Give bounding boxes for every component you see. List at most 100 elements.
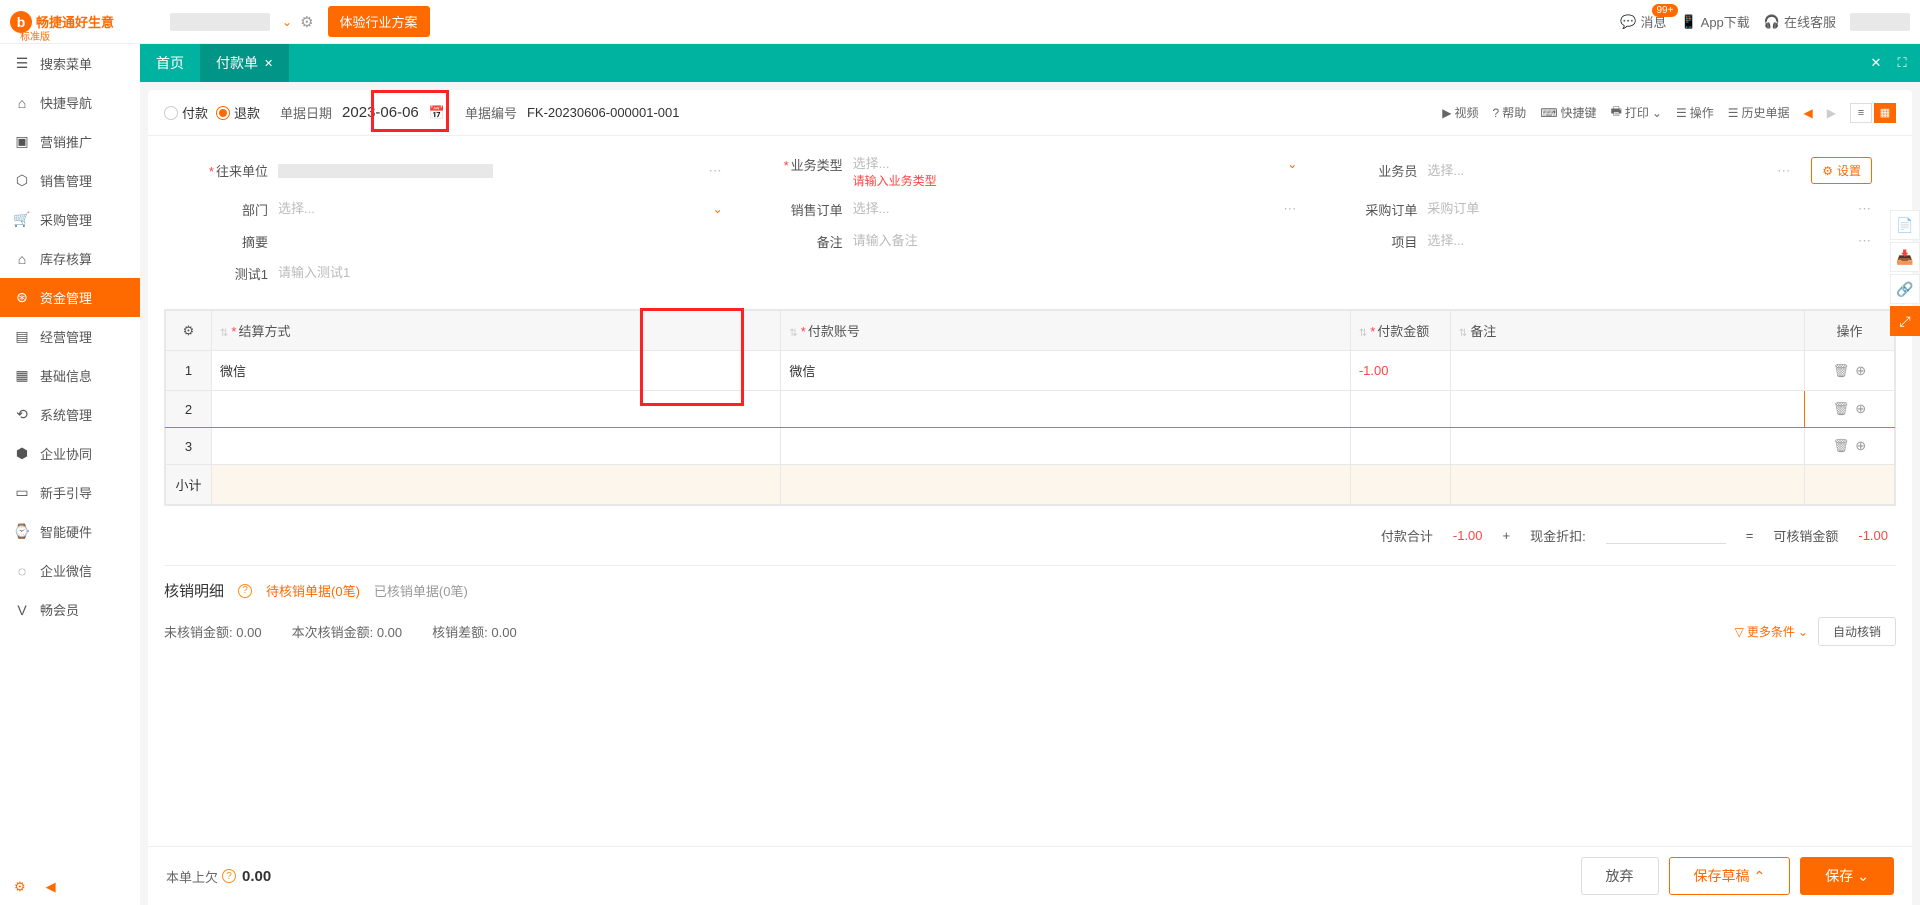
delete-icon[interactable]: 🗑 [1833,363,1850,378]
app-download-link[interactable]: 📱 App下载 [1680,12,1749,31]
sidebar-item-inventory[interactable]: ⌂库存核算 [0,239,140,278]
float-link-icon[interactable]: 🔗 [1890,274,1920,304]
cell-amount[interactable] [1350,428,1450,465]
more-icon[interactable]: ⋯ [709,163,723,179]
sidebar-item-business[interactable]: ▤经营管理 [0,317,140,356]
float-note-icon[interactable]: 📄 [1890,210,1920,240]
sidebar-item-quicknav[interactable]: ⌂快捷导航 [0,83,140,122]
tab-payment[interactable]: 付款单 ✕ [200,44,289,82]
delete-icon[interactable]: 🗑 [1833,401,1850,416]
auto-verify-button[interactable]: 自动核销 [1818,617,1896,646]
th-account[interactable]: ⇅*付款账号 [781,311,1350,351]
settings-button[interactable]: ⚙ 设置 [1811,157,1872,184]
tab-pending[interactable]: 待核销单据(0笔) [266,581,360,600]
operate-link[interactable]: ☰ 操作 [1676,104,1714,121]
discount-input[interactable] [1606,528,1726,544]
delete-icon[interactable]: 🗑 [1833,438,1850,453]
more-icon[interactable]: ⋯ [1283,201,1297,217]
system-icon: ⟲ [14,407,30,423]
radio-payment[interactable]: 付款 [164,103,208,122]
add-icon[interactable]: ⊕ [1855,401,1866,416]
help-link[interactable]: ? 帮助 [1493,104,1527,121]
pay-total-value: -1.00 [1453,528,1483,543]
field-clerk: 业务员 ⋯ ⚙ 设置 [1337,152,1872,189]
float-inbox-icon[interactable]: 📥 [1890,242,1920,272]
dept-input[interactable] [278,197,713,221]
history-link[interactable]: ☰ 历史单据 [1728,104,1790,121]
field-partner: *往来单位 ⋯ [188,152,723,189]
more-icon[interactable]: ⋯ [1858,233,1872,249]
tab-home[interactable]: 首页 [140,44,200,82]
save-draft-button[interactable]: 保存草稿 ⌃ [1669,857,1791,895]
cell-settle[interactable] [212,428,781,465]
table-row[interactable]: 2 🗑⊕ [166,391,1895,428]
cell-account[interactable] [781,428,1350,465]
print-link[interactable]: 🖶 打印 ⌄ [1611,102,1662,123]
try-industry-button[interactable]: 体验行业方案 [328,6,430,37]
tab-close-all-icon[interactable]: ✕ [1866,53,1886,73]
th-gear[interactable]: ⚙ [166,311,212,351]
remark-input[interactable] [853,229,1298,253]
more-icon[interactable]: ⋯ [1777,163,1791,179]
table-row[interactable]: 3 🗑⊕ [166,428,1895,465]
settings-icon[interactable]: ⚙ [14,879,26,895]
clerk-input[interactable] [1427,159,1777,183]
th-amount[interactable]: ⇅*付款金额 [1350,311,1450,351]
save-button[interactable]: 保存 ⌄ [1800,857,1894,895]
sidebar-item-wechat[interactable]: ◌企业微信 [0,551,140,590]
project-input[interactable] [1427,229,1858,253]
sidebar-item-hardware[interactable]: ⌚智能硬件 [0,512,140,551]
cell-remark[interactable] [1450,428,1804,465]
video-link[interactable]: ▶ 视频 [1442,104,1478,121]
next-icon[interactable]: ▶ [1827,106,1836,120]
summary-input[interactable] [278,229,723,253]
org-selector[interactable]: ⌄ ⚙ [170,13,314,31]
radio-refund[interactable]: 退款 [216,103,260,122]
help-icon[interactable]: ? [238,584,252,598]
messages-link[interactable]: 💬 消息 99+ [1620,12,1666,31]
sidebar-item-funds[interactable]: ⊛资金管理 [0,278,140,317]
collapse-icon[interactable]: ◀ [46,879,56,895]
shortcut-link[interactable]: ⌨ 快捷键 [1540,104,1596,121]
cell-remark[interactable] [1450,351,1804,391]
cell-amount[interactable]: -1.00 [1350,351,1450,391]
sale-order-input[interactable] [853,197,1284,221]
add-icon[interactable]: ⊕ [1855,438,1866,453]
sidebar-item-enterprise[interactable]: ⬢企业协同 [0,434,140,473]
partner-input[interactable] [278,164,493,178]
more-conditions-link[interactable]: ▽ 更多条件 ⌄ [1735,623,1808,640]
chevron-down-icon[interactable]: ⌄ [713,202,723,216]
discard-button[interactable]: 放弃 [1581,857,1659,895]
add-icon[interactable]: ⊕ [1855,363,1866,378]
table-row[interactable]: 1 微信 微信 -1.00 🗑⊕ [166,351,1895,391]
sidebar-item-member[interactable]: V畅会员 [0,590,140,629]
sidebar-item-purchase[interactable]: 🛒采购管理 [0,200,140,239]
close-icon[interactable]: ✕ [264,57,273,70]
cell-remark[interactable] [1450,391,1804,428]
view-list-icon[interactable]: ≡ [1850,103,1872,123]
more-icon[interactable]: ⋯ [1858,201,1872,217]
user-avatar-blurred[interactable] [1850,13,1910,31]
help-icon[interactable]: ? [222,869,236,883]
test1-input[interactable] [278,261,723,285]
radio-icon [164,106,178,120]
sidebar-item-system[interactable]: ⟲系统管理 [0,395,140,434]
float-expand-icon[interactable]: ⤢ [1890,306,1920,336]
th-remark[interactable]: ⇅备注 [1450,311,1804,351]
sidebar-item-search[interactable]: ☰搜索菜单 [0,44,140,83]
sidebar-item-marketing[interactable]: ▣营销推广 [0,122,140,161]
gear-icon[interactable]: ⚙ [300,13,313,31]
prev-icon[interactable]: ◀ [1804,106,1813,120]
sidebar-item-sales[interactable]: ⬡销售管理 [0,161,140,200]
sidebar-item-guide[interactable]: ▭新手引导 [0,473,140,512]
cell-account[interactable]: 微信 [781,351,1350,391]
chevron-down-icon[interactable]: ⌄ [1287,157,1297,171]
cell-account[interactable] [781,391,1350,428]
view-grid-icon[interactable]: ▦ [1874,103,1896,123]
tab-done[interactable]: 已核销单据(0笔) [374,581,468,600]
sidebar-item-basic[interactable]: ▦基础信息 [0,356,140,395]
fullscreen-icon[interactable]: ⛶ [1892,53,1912,73]
support-link[interactable]: 🎧 在线客服 [1764,12,1836,31]
purchase-order-input[interactable] [1427,197,1858,221]
cell-amount[interactable] [1350,391,1450,428]
